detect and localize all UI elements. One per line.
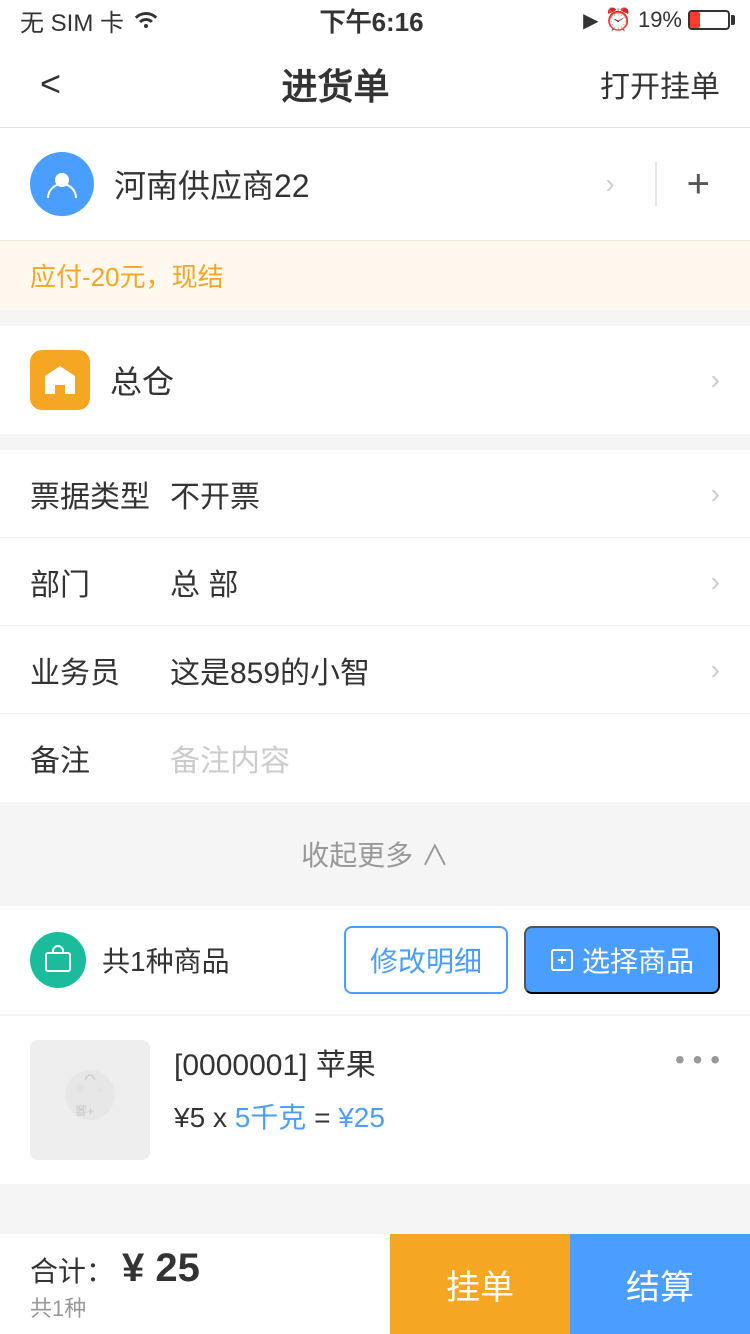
supplier-chevron-icon: › [605,168,614,200]
remark-label: 备注 [30,736,150,780]
warehouse-row[interactable]: 总仓 › [0,326,750,434]
status-time: 下午6:16 [320,2,424,39]
staff-value: 这是859的小智 [150,648,711,692]
total-sub: 共1种 [30,1291,360,1323]
warehouse-name: 总仓 [110,357,711,403]
total-amount: ¥ 25 [122,1246,200,1291]
product-info: [0000001] 苹果 ¥5 x 5千克 = ¥25 [174,1040,675,1136]
product-code: [0000001] [174,1049,307,1082]
form-section: 票据类型 不开票 › 部门 总 部 › 业务员 这是859的小智 › 备注 备注… [0,450,750,802]
product-title: 苹果 [316,1049,376,1082]
remark-input[interactable]: 备注内容 [150,736,720,780]
collapse-bar[interactable]: 收起更多 ∧ [0,818,750,890]
supplier-name: 河南供应商22 [114,161,605,207]
product-item: 響+ [0000001] 苹果 ¥5 x 5千克 = ¥25 • • • [0,1016,750,1184]
bottom-bar: 合计： ¥ 25 共1种 挂单 结算 [0,1234,750,1334]
staff-row[interactable]: 业务员 这是859的小智 › [0,626,750,714]
staff-chevron-icon: › [711,654,720,686]
total-prefix: 合计： [30,1250,114,1290]
warning-text: 应付-20元，现结 [30,262,224,292]
battery-icon [688,10,730,30]
nav-bar: < 进货单 打开挂单 [0,40,750,128]
hang-button[interactable]: 挂单 [390,1234,570,1334]
battery-label: 19% [638,7,682,33]
status-right: ▶ ⏰ 19% [583,7,730,33]
remark-row[interactable]: 备注 备注内容 [0,714,750,802]
product-name: [0000001] 苹果 [174,1040,675,1084]
svg-text:響+: 響+ [75,1103,94,1118]
products-header: 共1种商品 修改明细 选择商品 [0,906,750,1014]
invoice-label: 票据类型 [30,472,150,516]
products-icon [30,932,86,988]
products-count: 共1种商品 [102,940,328,980]
carrier-label: 无 SIM 卡 [20,3,124,38]
product-thumbnail: 響+ [30,1040,150,1160]
collapse-label: 收起更多 ∧ [301,834,449,874]
dept-value: 总 部 [150,560,711,604]
quantity-value: 5千克 [235,1102,307,1133]
edit-details-button[interactable]: 修改明细 [344,926,508,994]
dept-row[interactable]: 部门 总 部 › [0,538,750,626]
supplier-avatar [30,152,94,216]
total-value: ¥25 [338,1102,385,1133]
select-product-label: 选择商品 [582,940,694,980]
status-left: 无 SIM 卡 [20,3,160,38]
warehouse-chevron-icon: › [711,364,720,396]
supplier-row[interactable]: 河南供应商22 › + [0,128,750,240]
warehouse-icon [30,350,90,410]
page-title: 进货单 [282,58,390,110]
checkout-button[interactable]: 结算 [570,1234,750,1334]
total-label: 合计： ¥ 25 [30,1246,360,1291]
open-hang-button[interactable]: 打开挂单 [600,62,720,106]
back-button[interactable]: < [30,53,71,115]
dept-label: 部门 [30,560,150,604]
product-price: ¥5 x 5千克 = ¥25 [174,1096,675,1136]
invoice-chevron-icon: › [711,478,720,510]
product-more-button[interactable]: • • • [675,1040,720,1076]
add-supplier-button[interactable]: + [677,162,720,207]
dept-chevron-icon: › [711,566,720,598]
warning-bar: 应付-20元，现结 [0,240,750,310]
alarm-icon: ⏰ [605,7,632,33]
price-equals: = [314,1102,338,1133]
location-icon: ▶ [583,8,598,33]
status-bar: 无 SIM 卡 下午6:16 ▶ ⏰ 19% [0,0,750,40]
price-x: x [213,1102,235,1133]
supplier-section: 河南供应商22 › + 应付-20元，现结 [0,128,750,310]
invoice-value: 不开票 [150,472,711,516]
staff-label: 业务员 [30,648,150,692]
supplier-divider [655,162,657,206]
total-section: 合计： ¥ 25 共1种 [0,1246,390,1323]
price-value: ¥5 [174,1102,205,1133]
wifi-icon [132,6,160,35]
invoice-row[interactable]: 票据类型 不开票 › [0,450,750,538]
select-product-button[interactable]: 选择商品 [524,926,720,994]
